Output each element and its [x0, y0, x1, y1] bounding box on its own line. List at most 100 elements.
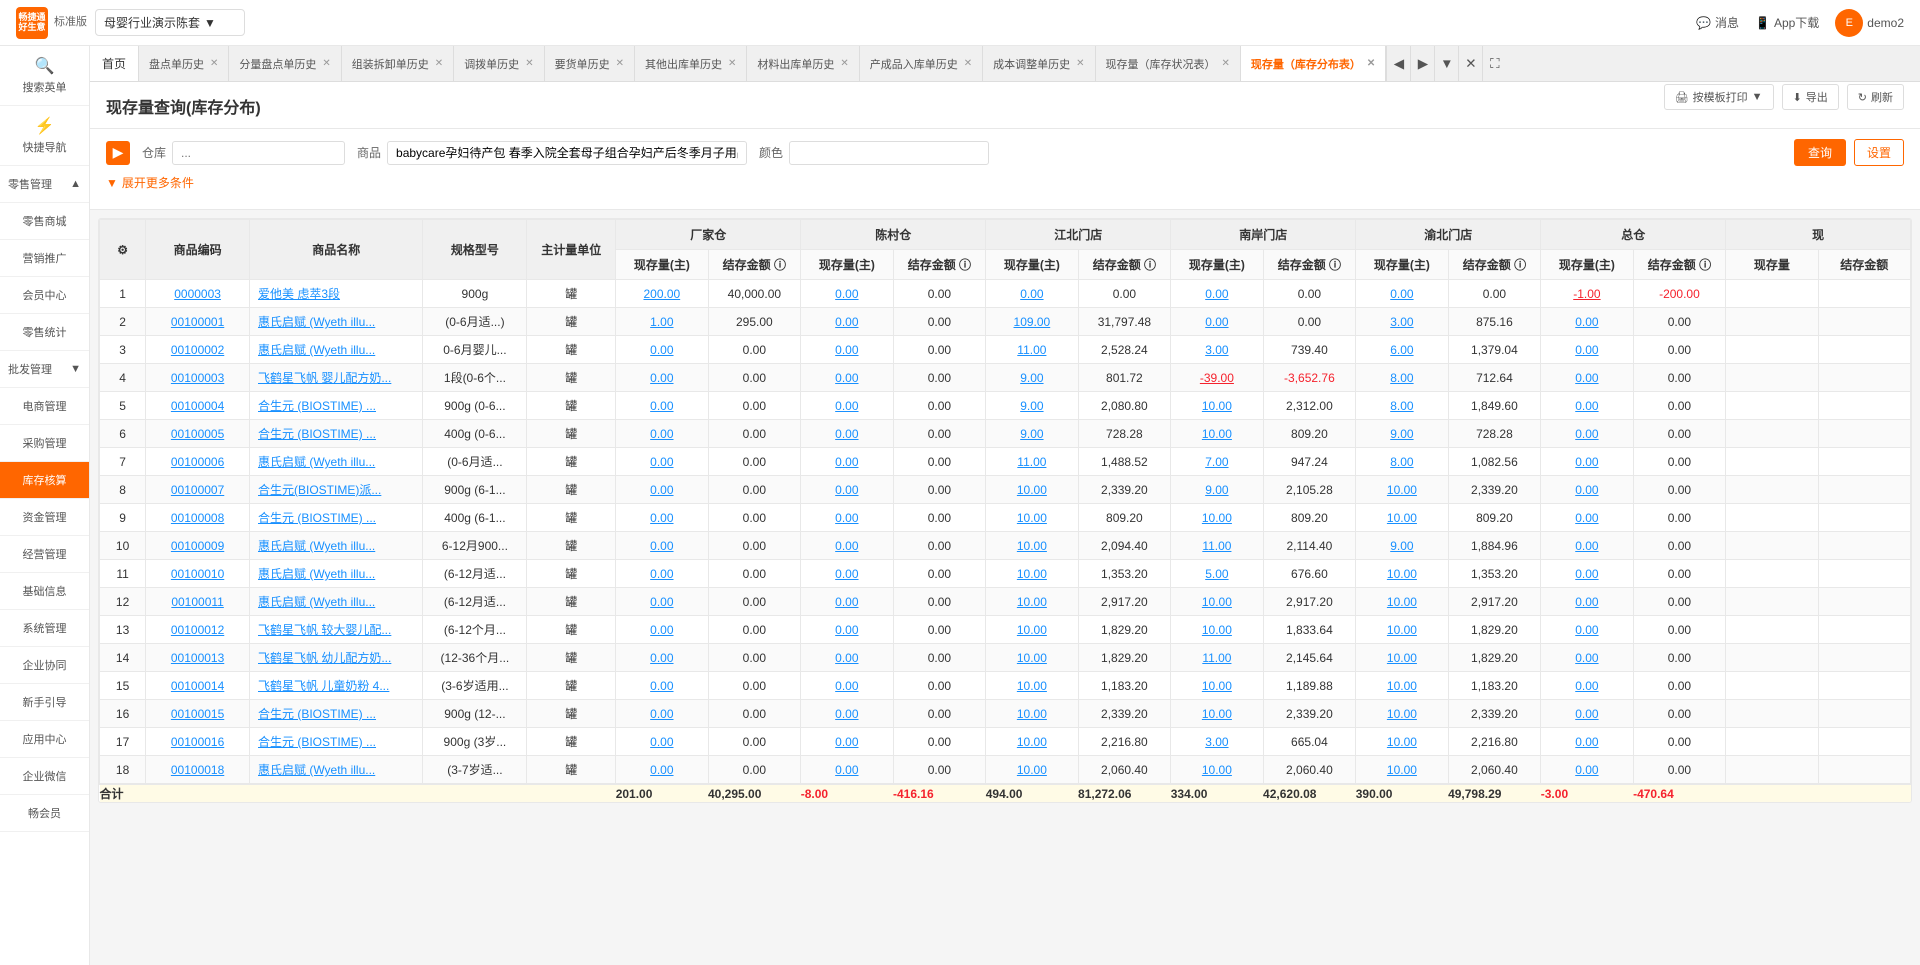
- row-total-current[interactable]: 0.00: [1541, 532, 1633, 560]
- sidebar-item-member[interactable]: 畅会员: [0, 795, 89, 832]
- row-total-current[interactable]: 0.00: [1541, 672, 1633, 700]
- tab-sub-inventory-count[interactable]: 分量盘点单历史 ✕: [229, 46, 341, 82]
- warehouse-input[interactable]: [172, 141, 345, 165]
- row-name[interactable]: 合生元 (BIOSTIME) ...: [250, 728, 423, 756]
- row-chen-current[interactable]: 0.00: [801, 448, 893, 476]
- row-jiangbei-current[interactable]: 10.00: [986, 672, 1078, 700]
- row-nanan-current[interactable]: 3.00: [1171, 336, 1263, 364]
- row-chen-current[interactable]: 0.00: [801, 476, 893, 504]
- row-chen-current[interactable]: 0.00: [801, 420, 893, 448]
- print-btn[interactable]: 🖨 按模板打印 ▼: [1664, 84, 1774, 110]
- tab-close-cost-adjust[interactable]: ✕: [1076, 58, 1084, 69]
- row-total-current[interactable]: 0.00: [1541, 756, 1633, 785]
- row-yubei-current[interactable]: 10.00: [1356, 504, 1448, 532]
- row-factory-current[interactable]: 0.00: [616, 448, 708, 476]
- row-chen-current[interactable]: 0.00: [801, 700, 893, 728]
- row-code[interactable]: 00100013: [146, 644, 250, 672]
- row-factory-current[interactable]: 0.00: [616, 364, 708, 392]
- row-name[interactable]: 惠氏启赋 (Wyeth illu...: [250, 756, 423, 785]
- tab-cost-adjust[interactable]: 成本调整单历史 ✕: [983, 46, 1095, 82]
- sidebar-item-operations[interactable]: 经营管理: [0, 536, 89, 573]
- row-total-current[interactable]: 0.00: [1541, 588, 1633, 616]
- tab-product-in[interactable]: 产成品入库单历史 ✕: [860, 46, 983, 82]
- row-code[interactable]: 00100018: [146, 756, 250, 785]
- row-total-current[interactable]: 0.00: [1541, 420, 1633, 448]
- row-chen-current[interactable]: 0.00: [801, 532, 893, 560]
- row-yubei-current[interactable]: 9.00: [1356, 532, 1448, 560]
- row-jiangbei-current[interactable]: 109.00: [986, 308, 1078, 336]
- row-jiangbei-current[interactable]: 10.00: [986, 504, 1078, 532]
- row-jiangbei-current[interactable]: 10.00: [986, 700, 1078, 728]
- sidebar-item-wholesale[interactable]: 批发管理 ▼: [0, 351, 89, 388]
- row-chen-current[interactable]: 0.00: [801, 504, 893, 532]
- row-total-current[interactable]: 0.00: [1541, 336, 1633, 364]
- row-code[interactable]: 00100007: [146, 476, 250, 504]
- row-yubei-current[interactable]: 9.00: [1356, 420, 1448, 448]
- sidebar-item-quick-nav[interactable]: ⚡ 快捷导航: [0, 106, 89, 166]
- row-factory-current[interactable]: 0.00: [616, 728, 708, 756]
- tab-other-out[interactable]: 其他出库单历史 ✕: [635, 46, 747, 82]
- row-code[interactable]: 0000003: [146, 280, 250, 308]
- row-name[interactable]: 飞鹤星飞帆 儿童奶粉 4...: [250, 672, 423, 700]
- row-nanan-current[interactable]: 7.00: [1171, 448, 1263, 476]
- row-factory-current[interactable]: 0.00: [616, 616, 708, 644]
- tab-stock-status[interactable]: 现存量（库存状况表） ✕: [1096, 46, 1241, 82]
- row-yubei-current[interactable]: 10.00: [1356, 700, 1448, 728]
- sidebar-item-new-guide[interactable]: 新手引导: [0, 684, 89, 721]
- row-total-current[interactable]: 0.00: [1541, 700, 1633, 728]
- sidebar-item-marketing[interactable]: 营销推广: [0, 240, 89, 277]
- row-code[interactable]: 00100010: [146, 560, 250, 588]
- row-yubei-current[interactable]: 8.00: [1356, 364, 1448, 392]
- sidebar-item-basic-info[interactable]: 基础信息: [0, 573, 89, 610]
- row-nanan-current[interactable]: 11.00: [1171, 532, 1263, 560]
- sidebar-item-ecommerce[interactable]: 电商管理: [0, 388, 89, 425]
- row-yubei-current[interactable]: 10.00: [1356, 672, 1448, 700]
- tab-transfer[interactable]: 调拨单历史 ✕: [454, 46, 544, 82]
- row-code[interactable]: 00100005: [146, 420, 250, 448]
- row-total-current[interactable]: 0.00: [1541, 364, 1633, 392]
- color-input[interactable]: [789, 141, 989, 165]
- sidebar-item-finance[interactable]: 资金管理: [0, 499, 89, 536]
- row-total-current[interactable]: 0.00: [1541, 448, 1633, 476]
- row-total-current[interactable]: 0.00: [1541, 644, 1633, 672]
- row-total-current[interactable]: 0.00: [1541, 728, 1633, 756]
- row-factory-current[interactable]: 0.00: [616, 700, 708, 728]
- row-factory-current[interactable]: 0.00: [616, 588, 708, 616]
- row-yubei-current[interactable]: 3.00: [1356, 308, 1448, 336]
- row-chen-current[interactable]: 0.00: [801, 756, 893, 785]
- row-factory-current[interactable]: 0.00: [616, 672, 708, 700]
- tab-close-stock-status[interactable]: ✕: [1222, 58, 1230, 69]
- row-total-current[interactable]: 0.00: [1541, 476, 1633, 504]
- row-yubei-current[interactable]: 10.00: [1356, 476, 1448, 504]
- row-code[interactable]: 00100015: [146, 700, 250, 728]
- row-nanan-current[interactable]: 10.00: [1171, 756, 1263, 785]
- row-code[interactable]: 00100006: [146, 448, 250, 476]
- row-total-current[interactable]: 0.00: [1541, 616, 1633, 644]
- row-name[interactable]: 爱他美 虑萃3段: [250, 280, 423, 308]
- row-chen-current[interactable]: 0.00: [801, 308, 893, 336]
- row-nanan-current[interactable]: 3.00: [1171, 728, 1263, 756]
- row-chen-current[interactable]: 0.00: [801, 280, 893, 308]
- row-name[interactable]: 惠氏启赋 (Wyeth illu...: [250, 448, 423, 476]
- row-chen-current[interactable]: 0.00: [801, 364, 893, 392]
- row-jiangbei-current[interactable]: 10.00: [986, 728, 1078, 756]
- row-yubei-current[interactable]: 10.00: [1356, 644, 1448, 672]
- tab-close-material-out[interactable]: ✕: [840, 58, 848, 69]
- sidebar-item-retail-stats[interactable]: 零售统计: [0, 314, 89, 351]
- search-btn[interactable]: 查询: [1794, 139, 1846, 166]
- sidebar-item-retail-mgmt[interactable]: 零售管理 ▲: [0, 166, 89, 203]
- row-chen-current[interactable]: 0.00: [801, 672, 893, 700]
- row-code[interactable]: 00100012: [146, 616, 250, 644]
- sidebar-item-search[interactable]: 🔍 搜索英单: [0, 46, 89, 106]
- row-jiangbei-current[interactable]: 9.00: [986, 364, 1078, 392]
- row-name[interactable]: 飞鹤星飞帆 幼儿配方奶...: [250, 644, 423, 672]
- row-name[interactable]: 惠氏启赋 (Wyeth illu...: [250, 532, 423, 560]
- tab-purchase-order[interactable]: 要货单历史 ✕: [545, 46, 635, 82]
- sidebar-item-purchase[interactable]: 采购管理: [0, 425, 89, 462]
- row-chen-current[interactable]: 0.00: [801, 560, 893, 588]
- row-nanan-current[interactable]: 5.00: [1171, 560, 1263, 588]
- tab-close-stock-dist[interactable]: ✕: [1367, 58, 1375, 69]
- tab-home[interactable]: 首页: [90, 46, 139, 82]
- expand-btn[interactable]: ▼ 展开更多条件: [106, 174, 194, 191]
- row-name[interactable]: 合生元 (BIOSTIME) ...: [250, 504, 423, 532]
